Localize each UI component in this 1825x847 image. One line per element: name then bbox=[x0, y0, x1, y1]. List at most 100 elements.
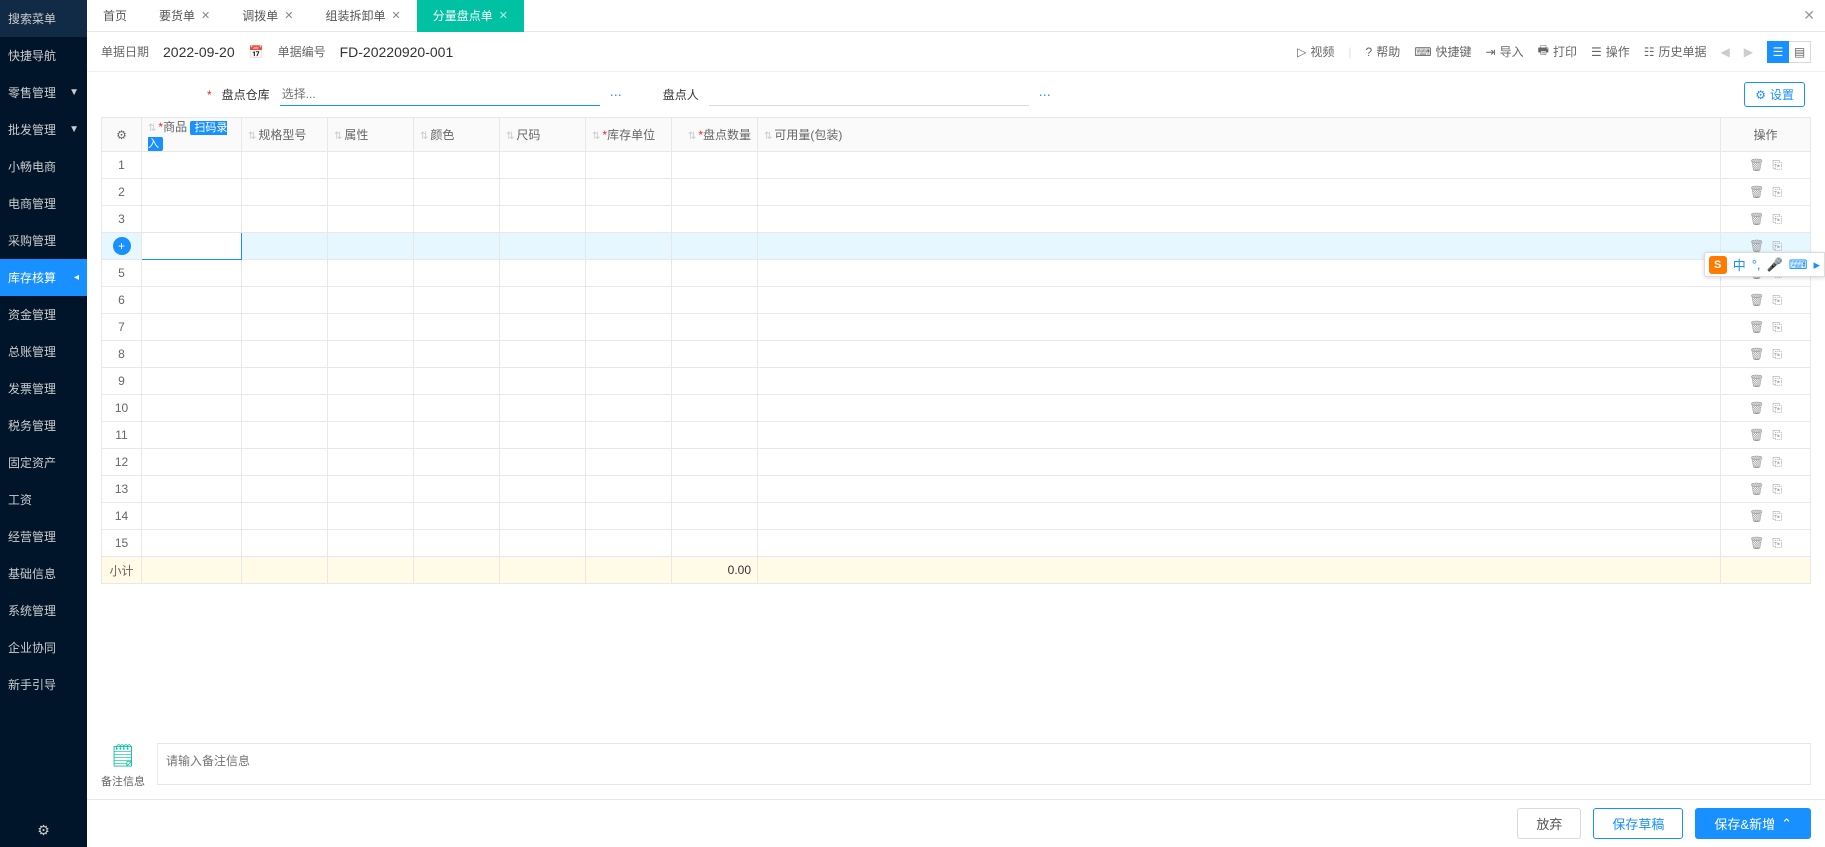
print-link[interactable]: 🖶打印 bbox=[1538, 41, 1577, 62]
grid-cell[interactable] bbox=[414, 449, 500, 476]
grid-cell[interactable] bbox=[142, 422, 242, 449]
grid-cell[interactable] bbox=[672, 422, 758, 449]
grid-cell[interactable] bbox=[328, 503, 414, 530]
grid-cell[interactable] bbox=[142, 341, 242, 368]
view-list-button[interactable]: ☰ bbox=[1767, 41, 1789, 63]
grid-cell[interactable] bbox=[142, 287, 242, 314]
delete-row-icon[interactable]: 🗑 bbox=[1749, 212, 1764, 226]
copy-row-icon[interactable]: ⎘ bbox=[1772, 509, 1782, 523]
video-link[interactable]: ▷视频 bbox=[1297, 43, 1334, 60]
settings-gear-icon[interactable]: ⚙ bbox=[37, 822, 50, 838]
delete-row-icon[interactable]: 🗑 bbox=[1749, 347, 1764, 361]
delete-row-icon[interactable]: 🗑 bbox=[1749, 428, 1764, 442]
grid-cell[interactable] bbox=[242, 395, 328, 422]
table-row[interactable]: 15🗑⎘ bbox=[102, 530, 1811, 557]
warehouse-input[interactable] bbox=[280, 83, 600, 106]
grid-cell[interactable] bbox=[500, 449, 586, 476]
grid-cell[interactable] bbox=[500, 233, 586, 260]
grid-cell[interactable] bbox=[758, 314, 1721, 341]
grid-cell[interactable] bbox=[500, 152, 586, 179]
grid-cell[interactable] bbox=[414, 233, 500, 260]
grid-cell[interactable] bbox=[328, 341, 414, 368]
grid-cell[interactable] bbox=[328, 395, 414, 422]
grid-cell[interactable] bbox=[328, 260, 414, 287]
grid-cell[interactable] bbox=[142, 179, 242, 206]
grid-cell[interactable] bbox=[414, 314, 500, 341]
grid-cell[interactable] bbox=[414, 260, 500, 287]
grid-cell[interactable] bbox=[586, 341, 672, 368]
grid-cell[interactable] bbox=[672, 233, 758, 260]
tab-3[interactable]: 组装拆卸单✕ bbox=[309, 0, 416, 32]
close-icon[interactable]: ✕ bbox=[499, 9, 508, 22]
grid-cell[interactable] bbox=[586, 152, 672, 179]
prev-doc-button[interactable]: ◀ bbox=[1721, 45, 1730, 59]
sidebar-item-14[interactable]: 经营管理 bbox=[0, 518, 87, 555]
grid-cell[interactable] bbox=[414, 395, 500, 422]
table-row[interactable]: 5🗑⎘ bbox=[102, 260, 1811, 287]
grid-cell[interactable] bbox=[500, 260, 586, 287]
grid-cell[interactable] bbox=[142, 368, 242, 395]
grid-cell[interactable] bbox=[500, 368, 586, 395]
copy-row-icon[interactable]: ⎘ bbox=[1772, 158, 1782, 172]
grid-cell[interactable] bbox=[758, 503, 1721, 530]
table-row[interactable]: 12🗑⎘ bbox=[102, 449, 1811, 476]
grid-cell[interactable] bbox=[328, 179, 414, 206]
copy-row-icon[interactable]: ⎘ bbox=[1772, 455, 1782, 469]
grid-cell[interactable] bbox=[142, 476, 242, 503]
add-row-icon[interactable]: + bbox=[113, 237, 131, 255]
delete-row-icon[interactable]: 🗑 bbox=[1749, 374, 1764, 388]
view-detail-button[interactable]: ▤ bbox=[1789, 41, 1811, 63]
grid-cell[interactable] bbox=[142, 395, 242, 422]
ime-punct-icon[interactable]: °, bbox=[1752, 257, 1761, 272]
grid-cell[interactable] bbox=[672, 530, 758, 557]
table-row[interactable]: +🗑⎘ bbox=[102, 233, 1811, 260]
grid-cell[interactable] bbox=[142, 260, 242, 287]
sidebar-item-7[interactable]: 库存核算◂ bbox=[0, 259, 87, 296]
grid-cell[interactable] bbox=[500, 179, 586, 206]
ime-mic-icon[interactable]: 🎤 bbox=[1767, 257, 1783, 273]
grid-cell[interactable] bbox=[672, 449, 758, 476]
grid-cell[interactable] bbox=[586, 530, 672, 557]
grid-cell[interactable] bbox=[242, 206, 328, 233]
sidebar-item-13[interactable]: 工资 bbox=[0, 481, 87, 518]
delete-row-icon[interactable]: 🗑 bbox=[1749, 401, 1764, 415]
remark-input[interactable] bbox=[157, 743, 1811, 785]
sidebar-item-12[interactable]: 固定资产 bbox=[0, 444, 87, 481]
table-row[interactable]: 7🗑⎘ bbox=[102, 314, 1811, 341]
grid-cell[interactable] bbox=[328, 206, 414, 233]
grid-cell[interactable] bbox=[242, 422, 328, 449]
sidebar-item-6[interactable]: 采购管理 bbox=[0, 222, 87, 259]
delete-row-icon[interactable]: 🗑 bbox=[1749, 293, 1764, 307]
discard-button[interactable]: 放弃 bbox=[1517, 808, 1581, 839]
copy-row-icon[interactable]: ⎘ bbox=[1772, 239, 1782, 253]
grid-cell[interactable] bbox=[500, 503, 586, 530]
sidebar-item-15[interactable]: 基础信息 bbox=[0, 555, 87, 592]
grid-cell[interactable] bbox=[758, 422, 1721, 449]
copy-row-icon[interactable]: ⎘ bbox=[1772, 428, 1782, 442]
grid-cell[interactable] bbox=[500, 287, 586, 314]
delete-row-icon[interactable]: 🗑 bbox=[1749, 320, 1764, 334]
col-size[interactable]: ⇅尺码 bbox=[500, 118, 586, 152]
grid-cell[interactable] bbox=[758, 395, 1721, 422]
copy-row-icon[interactable]: ⎘ bbox=[1772, 482, 1782, 496]
grid-cell[interactable] bbox=[672, 476, 758, 503]
ime-keyboard-icon[interactable]: ⌨ bbox=[1789, 257, 1808, 273]
grid-cell[interactable] bbox=[758, 179, 1721, 206]
grid-cell[interactable] bbox=[758, 476, 1721, 503]
grid-cell[interactable] bbox=[672, 152, 758, 179]
grid-cell[interactable] bbox=[242, 179, 328, 206]
grid-settings-button[interactable]: ⚙ 设置 bbox=[1744, 82, 1805, 107]
grid-cell[interactable] bbox=[242, 287, 328, 314]
import-link[interactable]: ⇥导入 bbox=[1486, 43, 1524, 60]
grid-cell[interactable] bbox=[672, 503, 758, 530]
grid-cell[interactable] bbox=[672, 314, 758, 341]
grid-cell[interactable] bbox=[328, 476, 414, 503]
grid-cell[interactable] bbox=[414, 287, 500, 314]
table-row[interactable]: 3🗑⎘ bbox=[102, 206, 1811, 233]
grid-cell[interactable] bbox=[758, 287, 1721, 314]
grid-cell[interactable] bbox=[414, 530, 500, 557]
col-attr[interactable]: ⇅属性 bbox=[328, 118, 414, 152]
close-icon[interactable]: ✕ bbox=[284, 9, 293, 22]
grid-cell[interactable] bbox=[586, 287, 672, 314]
sidebar-item-1[interactable]: 快捷导航 bbox=[0, 37, 87, 74]
